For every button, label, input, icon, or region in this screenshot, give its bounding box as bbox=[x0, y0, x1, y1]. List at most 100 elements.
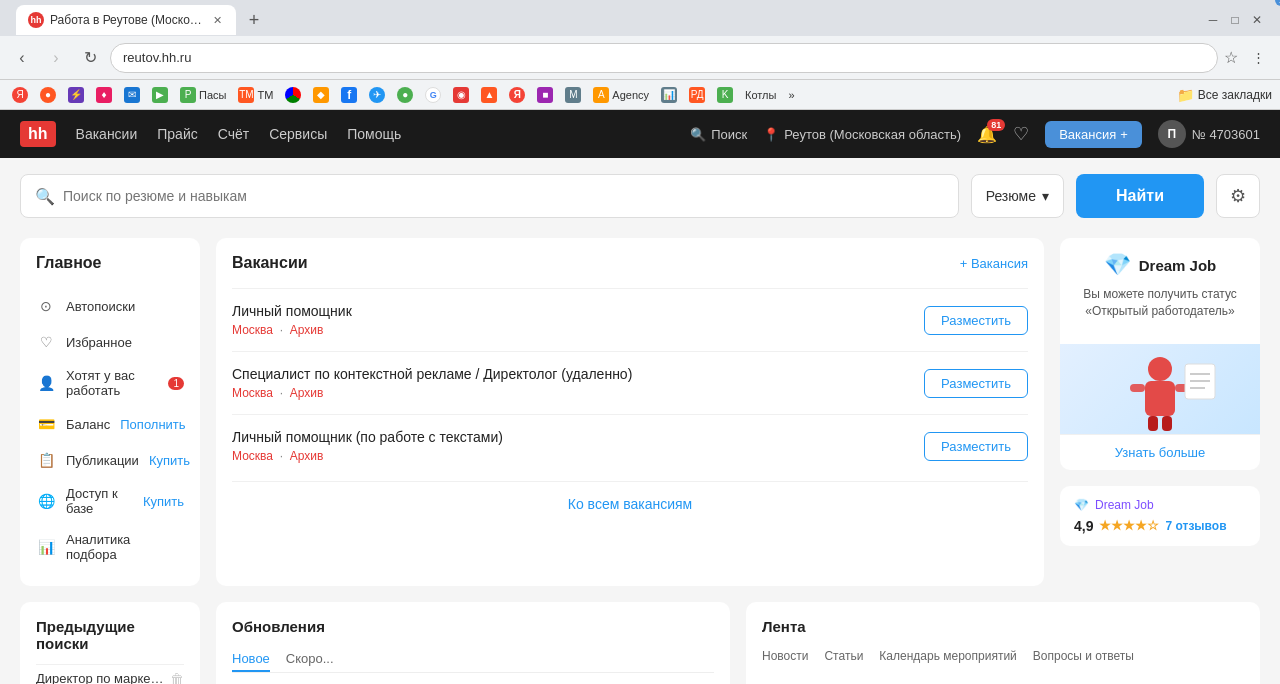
ext14-icon: K bbox=[717, 87, 733, 103]
bookmarks-icon: 📁 bbox=[1177, 87, 1194, 103]
ext3-icon: ⚡ bbox=[68, 87, 84, 103]
sidebar-title: Главное bbox=[36, 254, 184, 272]
ext-13[interactable]: РД bbox=[685, 85, 709, 105]
balance-link[interactable]: Пополнить bbox=[120, 417, 185, 432]
ext4-icon: ♦ bbox=[96, 87, 112, 103]
search-label: Поиск bbox=[711, 127, 747, 142]
close-button[interactable]: ✕ bbox=[1250, 13, 1264, 27]
ext-7[interactable]: ● bbox=[393, 85, 417, 105]
updates-tab-new[interactable]: Новое bbox=[232, 647, 270, 672]
search-input[interactable] bbox=[63, 188, 944, 204]
ext-5[interactable]: ▶ bbox=[148, 85, 172, 105]
database-link[interactable]: Купить bbox=[143, 494, 184, 509]
nav-account[interactable]: Счёт bbox=[218, 126, 249, 142]
ext-tm[interactable]: TM ТМ bbox=[234, 85, 277, 105]
active-tab[interactable]: hh Работа в Реутове (Московска… ✕ bbox=[16, 5, 236, 35]
feed-tab-articles[interactable]: Статьи bbox=[824, 647, 863, 665]
all-vacancies-button[interactable]: Ко всем вакансиям bbox=[232, 481, 1028, 526]
ext-google[interactable]: G bbox=[421, 85, 445, 105]
ext-8[interactable]: ◉ bbox=[449, 85, 473, 105]
ext-kotly[interactable]: Котлы bbox=[741, 87, 780, 103]
ext-12[interactable]: 📊 bbox=[657, 85, 681, 105]
sidebar-item-analytics[interactable]: 📊 Аналитика подбора bbox=[36, 524, 184, 570]
place-button-2[interactable]: Разместить bbox=[924, 369, 1028, 398]
bookmark-icon[interactable]: ☆ bbox=[1224, 48, 1238, 67]
nav-vacancies[interactable]: Вакансии bbox=[76, 126, 138, 142]
sidebar-item-database[interactable]: 🌐 Доступ к базе Купить bbox=[36, 478, 184, 524]
delete-search-button[interactable]: 🗑 bbox=[170, 671, 184, 684]
ext-10[interactable]: ■ bbox=[533, 85, 557, 105]
sidebar-item-wants-to-work[interactable]: 👤 Хотят у вас работать 1 bbox=[36, 360, 184, 406]
post-vacancy-button[interactable]: Вакансия + bbox=[1045, 121, 1142, 148]
database-label: Доступ к базе bbox=[66, 486, 133, 516]
feed-tab-qa[interactable]: Вопросы и ответы bbox=[1033, 647, 1134, 665]
ext-14[interactable]: K bbox=[713, 85, 737, 105]
autopoiski-label: Автопоиски bbox=[66, 299, 135, 314]
ext-facebook[interactable]: f bbox=[337, 85, 361, 105]
reviews-link[interactable]: 7 отзывов bbox=[1165, 519, 1226, 533]
ext11-icon: M bbox=[565, 87, 581, 103]
tab-close-btn[interactable]: ✕ bbox=[210, 12, 224, 28]
feed-section: Лента Новости Статьи Календарь мероприят… bbox=[746, 602, 1260, 684]
filter-button[interactable]: ⚙ bbox=[1216, 174, 1260, 218]
ext-3[interactable]: ⚡ bbox=[64, 85, 88, 105]
place-button-3[interactable]: Разместить bbox=[924, 432, 1028, 461]
sidebar-item-autopoiski[interactable]: ⊙ Автопоиски bbox=[36, 288, 184, 324]
ext10-icon: ■ bbox=[537, 87, 553, 103]
ext13-icon: РД bbox=[689, 87, 705, 103]
ext-2[interactable]: ● bbox=[36, 85, 60, 105]
updates-tab-soon[interactable]: Скоро... bbox=[286, 647, 334, 672]
notifications-button[interactable]: 🔔 81 bbox=[977, 125, 997, 144]
learn-more-button[interactable]: Узнать больше bbox=[1060, 434, 1260, 470]
vacancy-meta-2: Москва · Архив bbox=[232, 386, 924, 400]
add-vacancy-button[interactable]: + Вакансия bbox=[960, 256, 1028, 271]
ext-yandex2[interactable]: Я bbox=[505, 85, 529, 105]
search-box: 🔍 bbox=[20, 174, 959, 218]
address-bar[interactable] bbox=[110, 43, 1218, 73]
ext-mail[interactable]: ✉ bbox=[120, 85, 144, 105]
favorites-button[interactable]: ♡ 1 bbox=[1013, 123, 1029, 145]
sidebar-item-publications[interactable]: 📋 Публикации Купить bbox=[36, 442, 184, 478]
refresh-button[interactable]: ↻ bbox=[76, 44, 104, 72]
hh-logo[interactable]: hh bbox=[20, 121, 56, 147]
ext-yandex[interactable]: Я bbox=[8, 85, 32, 105]
resume-dropdown[interactable]: Резюме ▾ bbox=[971, 174, 1064, 218]
feed-tab-news[interactable]: Новости bbox=[762, 647, 808, 665]
back-button[interactable]: ‹ bbox=[8, 44, 36, 72]
nav-price[interactable]: Прайс bbox=[157, 126, 197, 142]
filter-icon: ⚙ bbox=[1230, 185, 1246, 207]
ext-more[interactable]: » bbox=[784, 87, 798, 103]
ext-6[interactable]: ◆ bbox=[309, 85, 333, 105]
nav-services[interactable]: Сервисы bbox=[269, 126, 327, 142]
ext6-icon: ◆ bbox=[313, 87, 329, 103]
new-tab-button[interactable]: + bbox=[240, 6, 268, 34]
place-button-1[interactable]: Разместить bbox=[924, 306, 1028, 335]
search-button[interactable]: 🔍 Поиск bbox=[690, 127, 747, 142]
ext-chrome[interactable] bbox=[281, 85, 305, 105]
ext-9[interactable]: ▲ bbox=[477, 85, 501, 105]
rating-value: 4,9 bbox=[1074, 518, 1093, 534]
tab-title: Работа в Реутове (Московска… bbox=[50, 13, 204, 27]
favorites-label: Избранное bbox=[66, 335, 132, 350]
publications-link[interactable]: Купить bbox=[149, 453, 190, 468]
feed-tab-events[interactable]: Календарь мероприятий bbox=[879, 647, 1016, 665]
ext-11[interactable]: M bbox=[561, 85, 585, 105]
maximize-button[interactable]: □ bbox=[1228, 13, 1242, 27]
all-bookmarks-label[interactable]: Все закладки bbox=[1198, 88, 1272, 102]
extensions-button[interactable]: ⋮ bbox=[1244, 44, 1272, 72]
yandex-icon: Я bbox=[12, 87, 28, 103]
ext-agency[interactable]: A Agency bbox=[589, 85, 653, 105]
ext-telegram[interactable]: ✈ bbox=[365, 85, 389, 105]
user-menu[interactable]: П № 4703601 bbox=[1158, 120, 1260, 148]
nav-help[interactable]: Помощь bbox=[347, 126, 401, 142]
ext-pasy[interactable]: P Пасы bbox=[176, 85, 230, 105]
sidebar-item-favorites[interactable]: ♡ Избранное bbox=[36, 324, 184, 360]
feed-tabs: Новости Статьи Календарь мероприятий Воп… bbox=[762, 647, 1244, 665]
location-button[interactable]: 📍 Реутов (Московская область) bbox=[763, 127, 961, 142]
forward-button[interactable]: › bbox=[42, 44, 70, 72]
sidebar-item-balance[interactable]: 💳 Баланс Пополнить bbox=[36, 406, 184, 442]
find-button[interactable]: Найти bbox=[1076, 174, 1204, 218]
ext-4[interactable]: ♦ bbox=[92, 85, 116, 105]
svg-rect-2 bbox=[1130, 384, 1145, 392]
minimize-button[interactable]: ─ bbox=[1206, 13, 1220, 27]
